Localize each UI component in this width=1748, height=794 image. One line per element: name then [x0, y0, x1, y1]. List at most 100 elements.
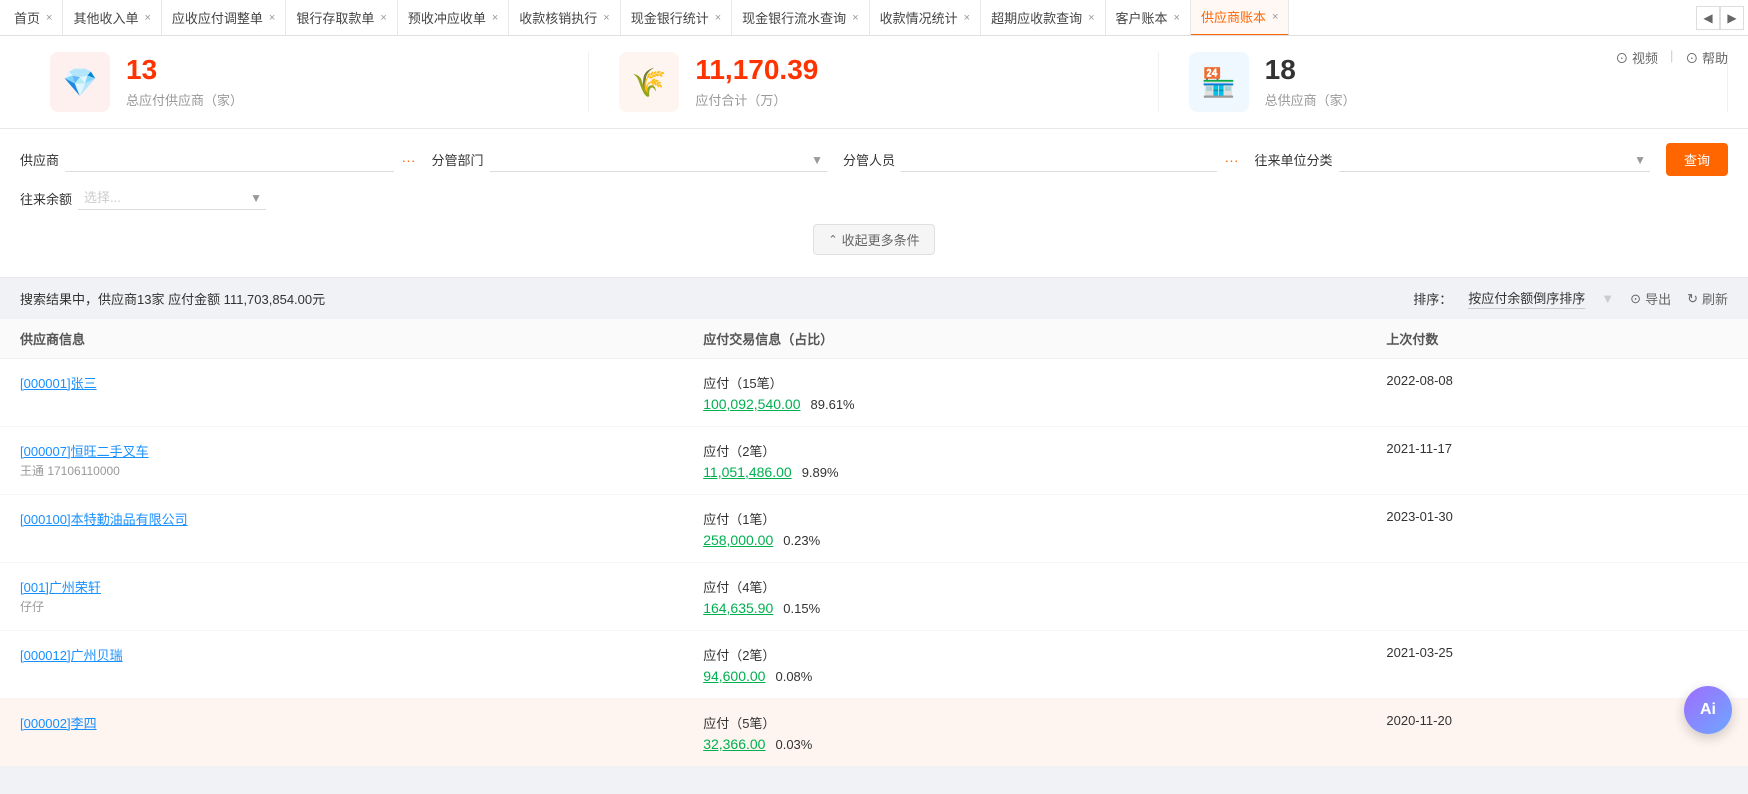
nav-tab-supplier-ledger[interactable]: 供应商账本× — [1191, 0, 1289, 36]
nav-tab-close[interactable]: × — [492, 12, 498, 24]
nav-tab-overdue-query[interactable]: 超期应收款查询 × — [981, 0, 1105, 36]
stat-info-2: 11,170.39 应付合计（万） — [695, 55, 818, 109]
stat-number-payable-suppliers: 13 — [126, 55, 243, 86]
tx-pct: 89.61% — [811, 397, 855, 412]
last-payment-date: 2022-08-08 — [1386, 373, 1453, 388]
balance-select-wrapper: ▼ — [78, 186, 266, 210]
tx-info-cell: 应付（1笔） 258,000.00 0.23% — [703, 509, 1386, 548]
table-header: 供应商信息 应付交易信息（占比） 上次付数 — [0, 319, 1748, 359]
tx-amount-link[interactable]: 100,092,540.00 — [703, 396, 800, 412]
tx-amount-link[interactable]: 11,051,486.00 — [703, 464, 792, 480]
stat-icon-store: 🏪 — [1189, 52, 1249, 112]
nav-tab-cash-bank-stat[interactable]: 现金银行统计 × — [621, 0, 732, 36]
stat-icon-grain: 🌾 — [619, 52, 679, 112]
nav-tab-close[interactable]: × — [964, 12, 970, 24]
last-payment-cell: 2021-03-25 — [1386, 645, 1728, 660]
nav-tab-customer-ledger[interactable]: 客户账本× — [1106, 0, 1191, 36]
tx-label: 应付（2笔） — [703, 645, 1386, 664]
tx-label: 应付（1笔） — [703, 509, 1386, 528]
collapse-button[interactable]: ⌃ 收起更多条件 — [813, 224, 934, 255]
tx-amount-link[interactable]: 94,600.00 — [703, 668, 765, 684]
last-payment-date: 2021-11-17 — [1386, 441, 1452, 456]
nav-tab-label: 超期应收款查询 — [991, 8, 1082, 27]
nav-tab-ar-ap-adjust[interactable]: 应收应付调整单 × — [162, 0, 286, 36]
tx-pct: 9.89% — [802, 465, 839, 480]
supplier-name-link[interactable]: [000100]本特勤油品有限公司 — [20, 512, 188, 527]
filter-item-balance: 往来余额 ▼ — [20, 186, 266, 210]
nav-tab-close[interactable]: × — [1174, 12, 1180, 24]
nav-tab-receipt-stat[interactable]: 收款情况统计 × — [870, 0, 981, 36]
nav-tab-close[interactable]: × — [715, 12, 721, 24]
tx-label: 应付（2笔） — [703, 441, 1386, 460]
tx-amount-link[interactable]: 32,366.00 — [703, 736, 765, 752]
supplier-info-cell: [000007]恒旺二手叉车王通 17106110000 — [20, 441, 703, 479]
nav-tab-label: 现金银行统计 — [631, 8, 709, 27]
filter-label-person: 分管人员 — [843, 150, 895, 169]
category-input[interactable] — [1339, 148, 1650, 172]
tx-amount-link[interactable]: 258,000.00 — [703, 532, 773, 548]
tx-info-cell: 应付（2笔） 11,051,486.00 9.89% — [703, 441, 1386, 480]
stat-info-1: 13 总应付供应商（家） — [126, 55, 243, 109]
supplier-name-link[interactable]: [000001]张三 — [20, 376, 97, 391]
table-row: [000012]广州贝瑞 应付（2笔） 94,600.00 0.08% 2021… — [0, 631, 1748, 699]
supplier-sub-info: 王通 17106110000 — [20, 462, 703, 479]
table-row: [000100]本特勤油品有限公司 应付（1笔） 258,000.00 0.23… — [0, 495, 1748, 563]
table-row: [000002]李四 应付（5笔） 32,366.00 0.03% 2020-1… — [0, 699, 1748, 766]
supplier-info-cell: [001]广州荣轩仔仔 — [20, 577, 703, 615]
person-input[interactable] — [901, 148, 1216, 172]
tx-label: 应付（15笔） — [703, 373, 1386, 392]
tx-info-cell: 应付（5笔） 32,366.00 0.03% — [703, 713, 1386, 752]
nav-tab-cash-flow-query[interactable]: 现金银行流水查询× — [732, 0, 869, 36]
help-link[interactable]: ⊙ 帮助 — [1685, 48, 1728, 67]
video-link[interactable]: ⊙ 视频 — [1615, 48, 1658, 67]
supplier-dots-icon[interactable]: ··· — [402, 152, 416, 168]
nav-tab-label: 收款核销执行 — [519, 8, 597, 27]
person-dots-icon[interactable]: ··· — [1225, 152, 1239, 168]
col-header-last-payment: 上次付数 — [1386, 329, 1728, 348]
tx-pct: 0.15% — [783, 601, 820, 616]
nav-tab-close[interactable]: × — [603, 12, 609, 24]
nav-tab-prepayment[interactable]: 预收冲应收单× — [398, 0, 509, 36]
supplier-name-link[interactable]: [000007]恒旺二手叉车 — [20, 444, 149, 459]
filter-label-category: 往来单位分类 — [1255, 150, 1333, 169]
last-payment-cell: 2022-08-08 — [1386, 373, 1728, 388]
tx-info-cell: 应付（2笔） 94,600.00 0.08% — [703, 645, 1386, 684]
export-button[interactable]: ⊙ 导出 — [1630, 289, 1671, 308]
nav-tab-close[interactable]: × — [1272, 11, 1278, 23]
supplier-info-cell: [000002]李四 — [20, 713, 703, 732]
search-button[interactable]: 查询 — [1666, 143, 1728, 176]
nav-tab-close[interactable]: × — [269, 12, 275, 24]
nav-tab-label: 首页 — [14, 8, 40, 27]
ai-button[interactable]: Ai — [1684, 686, 1732, 734]
stat-number-payable-total: 11,170.39 — [695, 55, 818, 86]
nav-tab-other-income[interactable]: 其他收入单× — [63, 0, 161, 36]
supplier-name-link[interactable]: [001]广州荣轩 — [20, 580, 101, 595]
nav-tab-label: 应收应付调整单 — [172, 8, 263, 27]
balance-input[interactable] — [78, 186, 266, 210]
sort-select[interactable]: 按应付余额倒序排序 — [1468, 288, 1585, 309]
nav-tab-home[interactable]: 首页 × — [4, 0, 63, 36]
nav-tab-bank-deposit[interactable]: 银行存取款单 × — [286, 0, 397, 36]
stat-block-suppliers-payable: 💎 13 总应付供应商（家） — [20, 52, 589, 112]
nav-tab-label: 收款情况统计 — [880, 8, 958, 27]
nav-left-arrow[interactable]: ◀ — [1696, 6, 1720, 30]
nav-right-arrow[interactable]: ▶ — [1720, 6, 1744, 30]
results-bar: 搜索结果中，供应商13家 应付金额 111,703,854.00元 排序： 按应… — [0, 278, 1748, 319]
refresh-button[interactable]: ↻ 刷新 — [1687, 289, 1728, 308]
nav-tab-label: 银行存取款单 — [296, 8, 374, 27]
tx-pct: 0.03% — [775, 737, 812, 752]
nav-tab-close[interactable]: × — [852, 12, 858, 24]
nav-tab-close[interactable]: × — [1088, 12, 1094, 24]
nav-tab-close[interactable]: × — [144, 12, 150, 24]
nav-tab-close[interactable]: × — [46, 12, 52, 24]
supplier-input[interactable] — [65, 148, 393, 172]
tx-amount-link[interactable]: 164,635.90 — [703, 600, 773, 616]
tx-pct: 0.23% — [783, 533, 820, 548]
nav-tab-receipt-verify[interactable]: 收款核销执行 × — [509, 0, 620, 36]
last-payment-date: 2023-01-30 — [1386, 509, 1453, 524]
department-input[interactable] — [490, 148, 827, 172]
col-header-supplier: 供应商信息 — [20, 329, 703, 348]
nav-tab-close[interactable]: × — [380, 12, 386, 24]
supplier-name-link[interactable]: [000002]李四 — [20, 716, 97, 731]
supplier-name-link[interactable]: [000012]广州贝瑞 — [20, 648, 123, 663]
